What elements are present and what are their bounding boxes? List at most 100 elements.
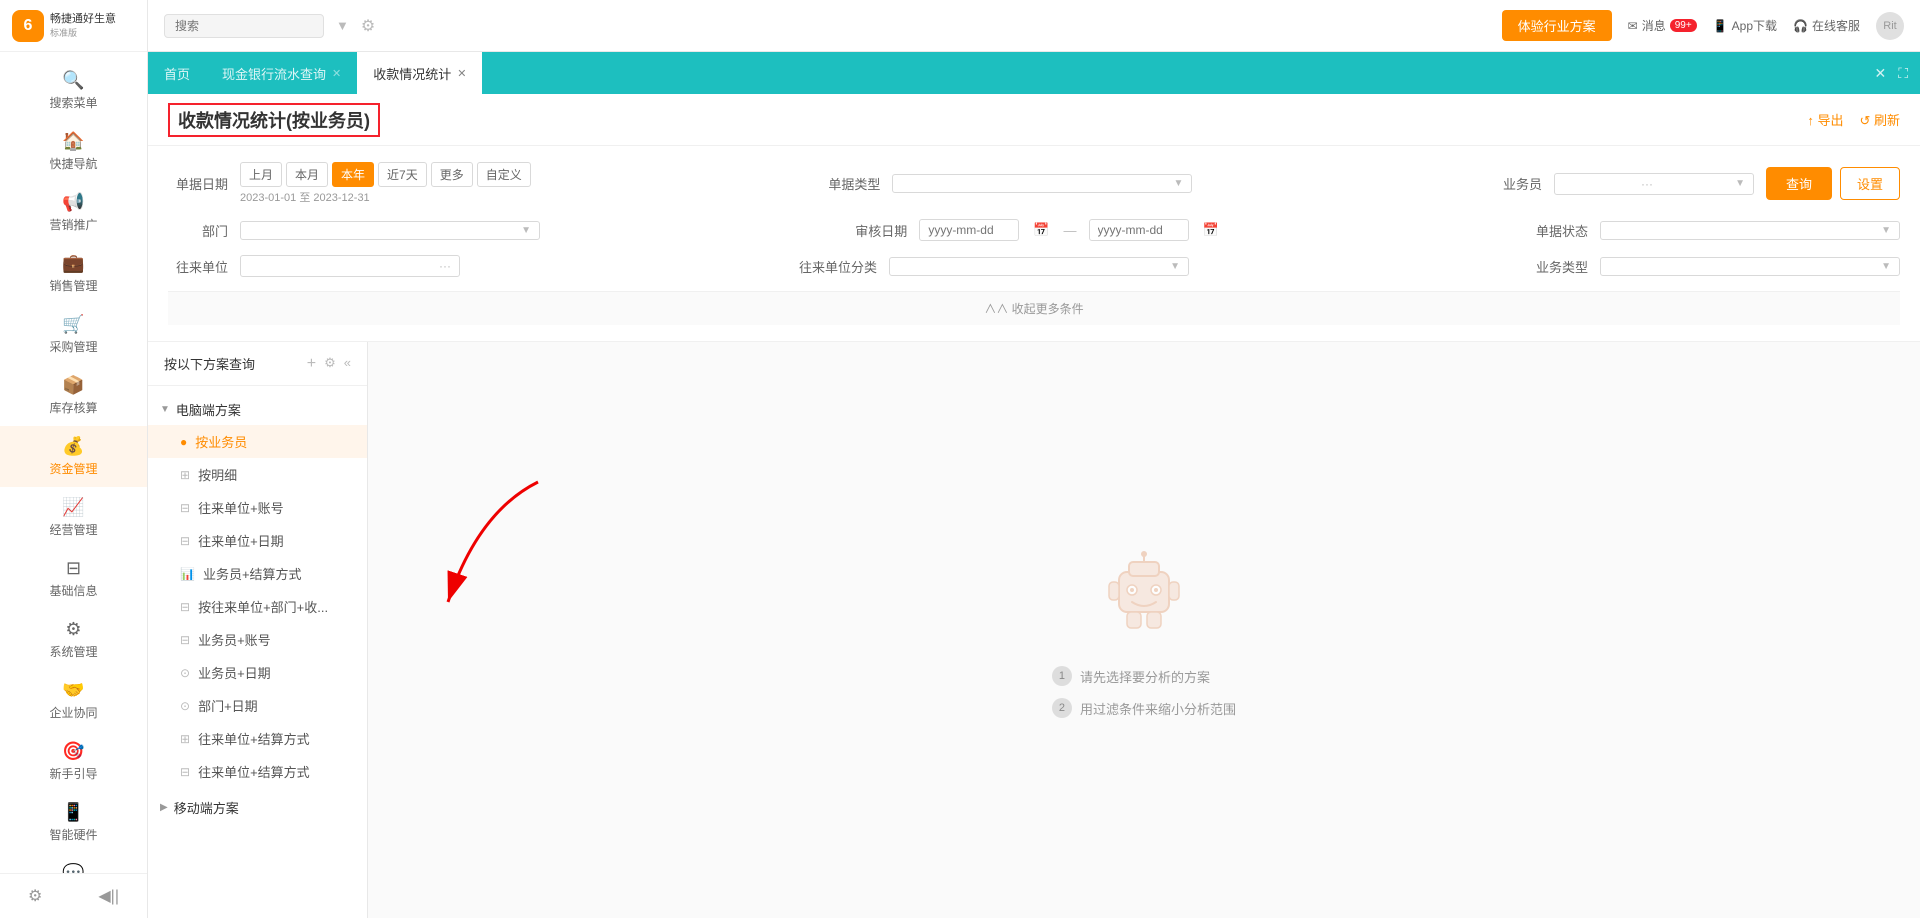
export-btn[interactable]: ↑ 导出 [1807, 110, 1843, 129]
filter-panel: 单据日期 上月 本月 本年 近7天 更多 自定义 2023-01-01 至 20… [148, 146, 1920, 342]
sidebar-item-quicknav[interactable]: 🏠 快捷导航 [0, 121, 147, 182]
topbar-dropdown-icon[interactable]: ▼ [336, 18, 349, 33]
partner-label: 往来单位 [168, 257, 228, 276]
review-date-start[interactable] [919, 219, 1019, 241]
tab-bank-flow[interactable]: 现金银行流水查询 ✕ [206, 52, 357, 94]
sidebar-item-operations[interactable]: 📈 经营管理 [0, 487, 147, 548]
tree-item-partner-payment1[interactable]: ⊞ 往来单位+结算方式 [148, 722, 367, 755]
user-avatar[interactable]: Rit [1876, 12, 1904, 40]
service-icon: 🎧 [1793, 19, 1808, 33]
sidebar-item-collaboration[interactable]: 🤝 企业协同 [0, 670, 147, 731]
user-name: Rit [1883, 20, 1896, 32]
topbar-settings-icon[interactable]: ⚙ [361, 16, 375, 36]
calendar-icon-start[interactable]: 📅 [1033, 222, 1049, 238]
salesperson-more[interactable]: ··· [1641, 177, 1653, 191]
tab-receivable-close[interactable]: ✕ [457, 67, 466, 80]
tree-group-mobile-arrow: ▶ [160, 802, 168, 813]
sidebar-item-label: 基础信息 [49, 582, 97, 599]
sidebar-item-system[interactable]: ⚙ 系统管理 [0, 609, 147, 670]
calendar-icon-end[interactable]: 📅 [1203, 222, 1219, 238]
collapse-text: 收起更多条件 [1012, 302, 1084, 316]
dept-label: 部门 [168, 221, 228, 240]
sidebar-item-purchase[interactable]: 🛒 采购管理 [0, 304, 147, 365]
sidebar-navigation: 🔍 搜索菜单 🏠 快捷导航 📢 营销推广 💼 销售管理 🛒 采购管理 📦 库存核… [0, 52, 147, 873]
sidebar-item-wechat[interactable]: 💬 企业微信 [0, 853, 147, 873]
sidebar-item-label: 企业协同 [49, 704, 97, 721]
trial-button[interactable]: 体验行业方案 [1502, 10, 1612, 41]
tab-home[interactable]: 首页 [148, 52, 206, 94]
tree-item-label: 往来单位+日期 [198, 531, 284, 550]
doc-status-select[interactable]: ▼ [1600, 221, 1900, 240]
page-title: 收款情况统计(按业务员) [168, 103, 380, 137]
tabbar-close-btn[interactable]: ✕ [1874, 65, 1886, 82]
doc-type-select[interactable]: ▼ [892, 174, 1192, 193]
tree-item-by-detail[interactable]: ⊞ 按明细 [148, 458, 367, 491]
messages-btn[interactable]: ✉ 消息 99+ [1628, 17, 1697, 34]
app-download-btn[interactable]: 📱 App下载 [1713, 17, 1777, 34]
doc-type-chevron: ▼ [1173, 178, 1183, 189]
sidebar-item-beginner[interactable]: 🎯 新手引导 [0, 731, 147, 792]
tabbar-maximize-btn[interactable]: ⛶ [1898, 65, 1908, 82]
date-btn-this-month[interactable]: 本月 [286, 162, 328, 187]
tree-group-mobile-label[interactable]: ▶ 移动端方案 [148, 792, 367, 823]
item-icon-salesperson-date: ⊙ [180, 666, 190, 680]
tree-item-salesperson-payment[interactable]: 📊 业务员+结算方式 [148, 557, 367, 590]
tip-text-1: 请先选择要分析的方案 [1080, 667, 1210, 686]
tree-item-partner-date[interactable]: ⊟ 往来单位+日期 [148, 524, 367, 557]
partner-more-icon[interactable]: ··· [439, 259, 451, 273]
review-date-end[interactable] [1089, 219, 1189, 241]
dept-select[interactable]: ▼ [240, 221, 540, 240]
scheme-add-btn[interactable]: + [307, 355, 316, 373]
sidebar-item-basic-info[interactable]: ⊟ 基础信息 [0, 548, 147, 609]
collapse-bar[interactable]: ∧∧ 收起更多条件 [168, 291, 1900, 325]
sidebar-settings-btn[interactable]: ⚙ [28, 886, 42, 906]
logo-area: 6 畅捷通好生意 标准版 [0, 0, 147, 52]
tab-receivable-stats[interactable]: 收款情况统计 ✕ [357, 52, 482, 94]
tree-item-label: 往来单位+账号 [198, 498, 284, 517]
settings-button[interactable]: 设置 [1840, 167, 1900, 200]
biz-type-select[interactable]: ▼ [1600, 257, 1900, 276]
partner-type-select[interactable]: ▼ [889, 257, 1189, 276]
online-service-label: 在线客服 [1812, 17, 1860, 34]
tree-item-dept-date[interactable]: ⊙ 部门+日期 [148, 689, 367, 722]
sidebar-item-sales[interactable]: 💼 销售管理 [0, 243, 147, 304]
tree-item-label: 业务员+结算方式 [203, 564, 302, 583]
date-btn-more[interactable]: 更多 [431, 162, 473, 187]
refresh-btn[interactable]: ↺ 刷新 [1859, 110, 1900, 129]
tree-item-salesperson-date[interactable]: ⊙ 业务员+日期 [148, 656, 367, 689]
tree-item-label: 业务员+账号 [198, 630, 271, 649]
date-label: 单据日期 [168, 174, 228, 193]
item-icon-detail: ⊞ [180, 468, 190, 482]
partner-input[interactable]: ··· [240, 255, 460, 277]
page-header-actions: ↑ 导出 ↺ 刷新 [1807, 110, 1900, 129]
online-service-btn[interactable]: 🎧 在线客服 [1793, 17, 1860, 34]
tabbar: 首页 现金银行流水查询 ✕ 收款情况统计 ✕ ✕ ⛶ [148, 52, 1920, 94]
filter-row-3: 往来单位 ··· 往来单位分类 ▼ 业务类型 ▼ [168, 255, 1900, 277]
query-button[interactable]: 查询 [1766, 167, 1832, 200]
tree-item-partner-dept[interactable]: ⊟ 按往来单位+部门+收... [148, 590, 367, 623]
sidebar-item-search[interactable]: 🔍 搜索菜单 [0, 60, 147, 121]
scheme-settings-btn[interactable]: ⚙ [324, 355, 336, 373]
tree-item-partner-account[interactable]: ⊟ 往来单位+账号 [148, 491, 367, 524]
filter-row-1: 单据日期 上月 本月 本年 近7天 更多 自定义 2023-01-01 至 20… [168, 162, 1900, 205]
tree-item-partner-payment2[interactable]: ⊟ 往来单位+结算方式 [148, 755, 367, 788]
sidebar-item-hardware[interactable]: 📱 智能硬件 [0, 792, 147, 853]
sidebar-item-inventory[interactable]: 📦 库存核算 [0, 365, 147, 426]
tab-bank-flow-close[interactable]: ✕ [332, 67, 341, 80]
sidebar-item-finance[interactable]: 💰 资金管理 [0, 426, 147, 487]
item-icon-partner-payment2: ⊟ [180, 765, 190, 779]
tree-item-by-salesperson[interactable]: ● 按业务员 [148, 425, 367, 458]
scheme-collapse-btn[interactable]: « [344, 355, 351, 373]
tree-group-desktop-label[interactable]: ▼ 电脑端方案 [148, 394, 367, 425]
tree-item-salesperson-account[interactable]: ⊟ 业务员+账号 [148, 623, 367, 656]
date-btn-this-year[interactable]: 本年 [332, 162, 374, 187]
search-input[interactable] [164, 14, 324, 38]
date-btn-last-month[interactable]: 上月 [240, 162, 282, 187]
date-btn-custom[interactable]: 自定义 [477, 162, 531, 187]
sidebar-collapse-btn[interactable]: ◀|| [98, 886, 119, 906]
app-download-label: App下载 [1732, 17, 1777, 34]
salesperson-select[interactable]: ··· ▼ [1554, 173, 1754, 195]
date-end: 2023-12-31 [313, 192, 369, 204]
sidebar-item-marketing[interactable]: 📢 营销推广 [0, 182, 147, 243]
date-btn-7days[interactable]: 近7天 [378, 162, 427, 187]
